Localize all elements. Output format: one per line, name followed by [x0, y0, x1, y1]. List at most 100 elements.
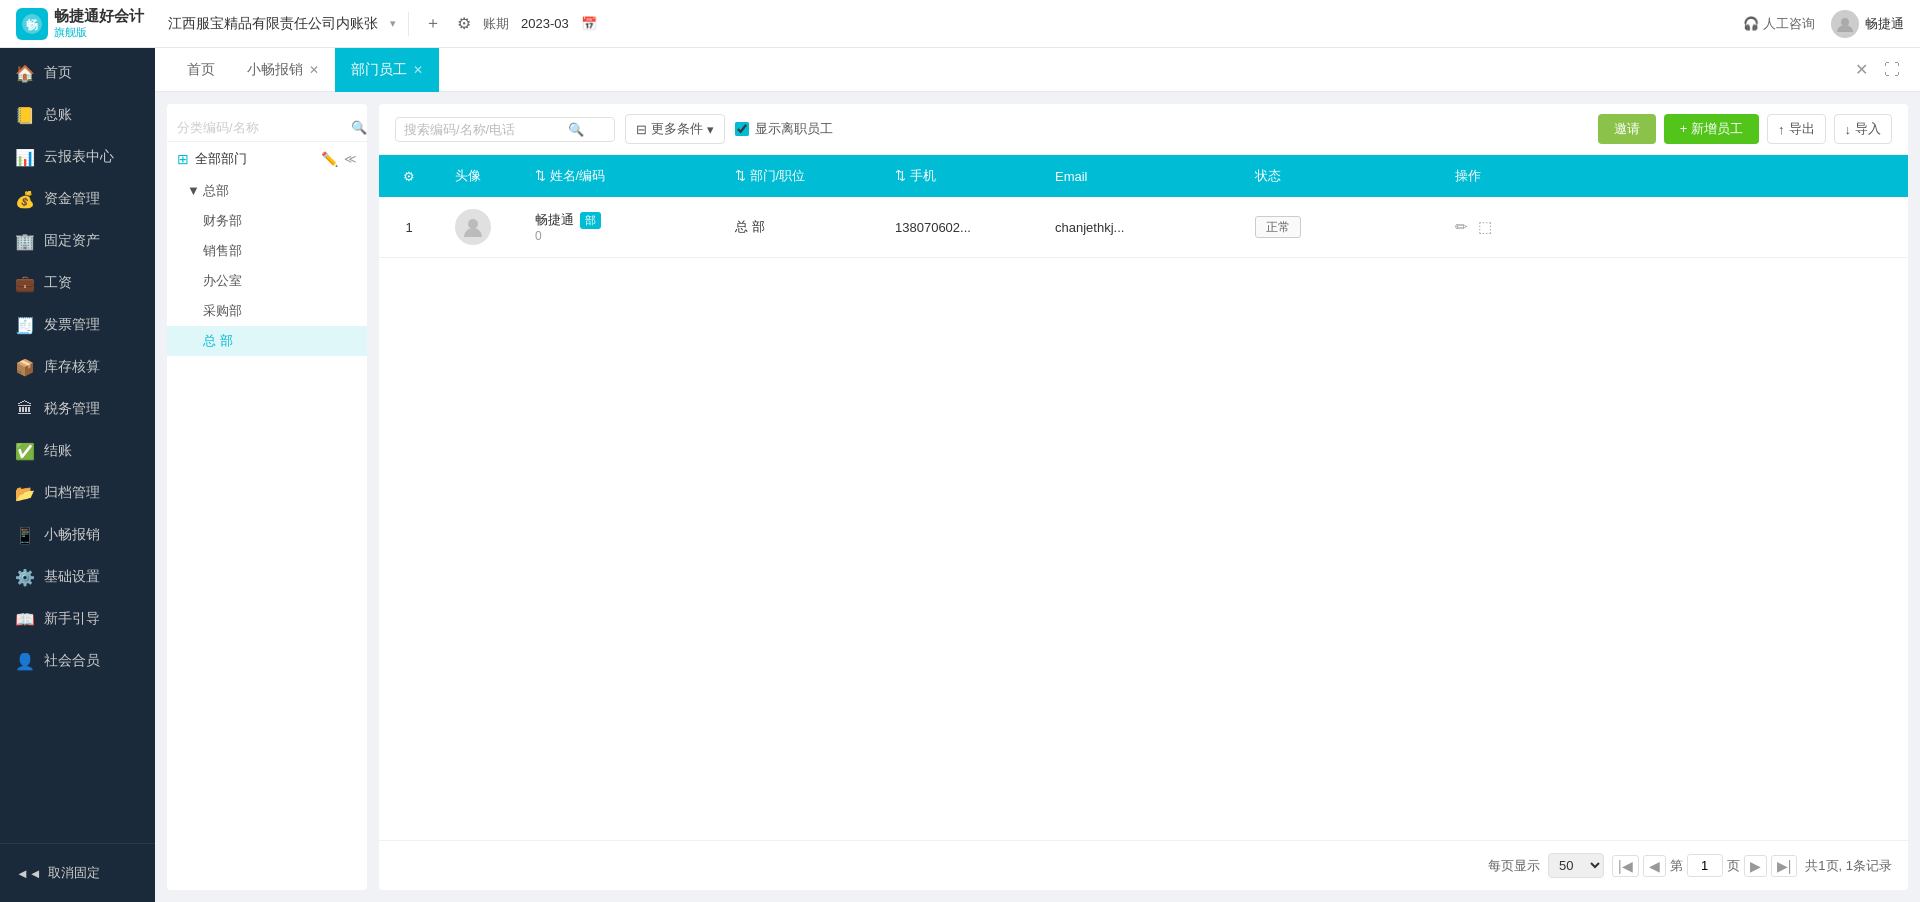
- employee-table: ⚙ 头像 ⇅ 姓名/编码 ⇅ 部门/职位 ⇅ 手机 Email 状态 操作: [379, 155, 1908, 258]
- user-name: 畅捷通: [1865, 15, 1904, 33]
- support-button[interactable]: 🎧 人工咨询: [1743, 15, 1815, 33]
- export-button[interactable]: ↑ 导出: [1767, 114, 1826, 144]
- employee-search-box: 🔍: [395, 117, 615, 142]
- tab-department-close[interactable]: ✕: [413, 63, 423, 77]
- settings-icon[interactable]: ⚙: [457, 14, 471, 33]
- sidebar-item-general-ledger[interactable]: 📒 总账: [0, 94, 155, 136]
- all-dept-header[interactable]: ⊞ 全部部门 ✏️ ≪: [167, 142, 367, 176]
- add-tab-button[interactable]: ＋: [421, 12, 445, 36]
- gear-icon: ⚙️: [16, 568, 34, 586]
- tab-department[interactable]: 部门员工 ✕: [335, 48, 439, 92]
- last-page-button[interactable]: ▶|: [1771, 855, 1798, 877]
- sidebar-item-settlement[interactable]: ✅ 结账: [0, 430, 155, 472]
- sidebar-item-expense[interactable]: 📱 小畅报销: [0, 514, 155, 556]
- delete-employee-icon[interactable]: ⬚: [1478, 218, 1492, 236]
- toolbar-right: 邀请 + 新增员工 ↑ 导出 ↓ 导入: [1598, 114, 1892, 144]
- row-actions-cell: ✏ ⬚: [1439, 197, 1908, 258]
- sidebar-item-fixed-assets[interactable]: 🏢 固定资产: [0, 220, 155, 262]
- sidebar-item-basic-settings[interactable]: ⚙️ 基础设置: [0, 556, 155, 598]
- sidebar-item-home[interactable]: 🏠 首页: [0, 52, 155, 94]
- content-inner: 🔍 ⊞ 全部部门 ✏️ ≪ ▼ 总部 财务部 销售部 办公室: [155, 92, 1920, 902]
- guide-icon: 📖: [16, 610, 34, 628]
- col-dept[interactable]: ⇅ 部门/职位: [719, 155, 879, 197]
- sidebar-item-tax[interactable]: 🏛 税务管理: [0, 388, 155, 430]
- show-resigned-checkbox-label[interactable]: 显示离职员工: [735, 120, 833, 138]
- page-size-label: 每页显示: [1488, 857, 1540, 875]
- col-name[interactable]: ⇅ 姓名/编码: [519, 155, 719, 197]
- logo-text: 畅捷通好会计: [54, 7, 144, 25]
- sidebar-item-inventory[interactable]: 📦 库存核算: [0, 346, 155, 388]
- tab-home-label: 首页: [187, 61, 215, 79]
- company-dropdown-icon[interactable]: ▾: [390, 17, 396, 30]
- invoice-icon: 🧾: [16, 316, 34, 334]
- search-icon[interactable]: 🔍: [351, 120, 367, 135]
- tab-department-label: 部门员工: [351, 61, 407, 79]
- employee-search-input[interactable]: [404, 122, 564, 137]
- search-icon[interactable]: 🔍: [568, 122, 584, 137]
- page-number-input[interactable]: [1687, 854, 1723, 877]
- dept-sub-procurement[interactable]: 采购部: [167, 296, 367, 326]
- filter-button[interactable]: ⊟ 更多条件 ▾: [625, 114, 725, 144]
- headset-icon: 🎧: [1743, 16, 1759, 31]
- sidebar-item-salary[interactable]: 💼 工资: [0, 262, 155, 304]
- edit-employee-icon[interactable]: ✏: [1455, 218, 1468, 236]
- sidebar-item-label: 总账: [44, 106, 72, 124]
- user-area[interactable]: 畅捷通: [1831, 10, 1904, 38]
- sidebar-item-reports[interactable]: 📊 云报表中心: [0, 136, 155, 178]
- tab-expense-close[interactable]: ✕: [309, 63, 319, 77]
- sidebar-item-label: 归档管理: [44, 484, 100, 502]
- emp-code: 0: [535, 229, 703, 243]
- dept-sub-office[interactable]: 办公室: [167, 266, 367, 296]
- show-resigned-checkbox[interactable]: [735, 122, 749, 136]
- close-all-tabs-button[interactable]: ✕: [1851, 56, 1872, 83]
- dept-sub-sales[interactable]: 销售部: [167, 236, 367, 266]
- invite-button[interactable]: 邀请: [1598, 114, 1656, 144]
- prev-page-button[interactable]: ◀: [1643, 855, 1666, 877]
- col-avatar: 头像: [439, 155, 519, 197]
- sidebar-item-label: 工资: [44, 274, 72, 292]
- sidebar-item-social[interactable]: 👤 社会合员: [0, 640, 155, 682]
- divider: [408, 12, 409, 36]
- table-row: 1 畅捷通 部: [379, 197, 1908, 258]
- col-actions: 操作: [1439, 155, 1908, 197]
- col-settings[interactable]: ⚙: [379, 155, 439, 197]
- dept-sub-finance[interactable]: 财务部: [167, 206, 367, 236]
- dept-search-input[interactable]: [177, 120, 345, 135]
- sidebar-item-label: 小畅报销: [44, 526, 100, 544]
- svg-text:畅: 畅: [26, 18, 38, 32]
- collapse-icon[interactable]: ≪: [344, 152, 357, 166]
- first-page-button[interactable]: |◀: [1612, 855, 1639, 877]
- cancel-fixed-button[interactable]: ◄◄ 取消固定: [0, 854, 155, 892]
- employee-panel: 🔍 ⊟ 更多条件 ▾ 显示离职员工 邀请 +: [379, 104, 1908, 890]
- calendar-icon[interactable]: 📅: [581, 16, 597, 31]
- dept-node-root[interactable]: ▼ 总部: [167, 176, 367, 206]
- col-phone[interactable]: ⇅ 手机: [879, 155, 1039, 197]
- top-right: 🎧 人工咨询 畅捷通: [1743, 10, 1904, 38]
- archive-icon: 📂: [16, 484, 34, 502]
- row-status-cell: 正常: [1239, 197, 1439, 258]
- col-email: Email: [1039, 155, 1239, 197]
- tab-right-actions: ✕ ⛶: [1851, 56, 1904, 83]
- sidebar-item-archive[interactable]: 📂 归档管理: [0, 472, 155, 514]
- add-employee-button[interactable]: + 新增员工: [1664, 114, 1759, 144]
- logo-icon: 畅: [16, 8, 48, 40]
- employee-avatar: [455, 209, 491, 245]
- dept-sub-general[interactable]: 总 部: [167, 326, 367, 356]
- next-page-button[interactable]: ▶: [1744, 855, 1767, 877]
- expand-tab-button[interactable]: ⛶: [1880, 57, 1904, 83]
- sidebar-item-invoice[interactable]: 🧾 发票管理: [0, 304, 155, 346]
- row-dept-cell: 总 部: [719, 197, 879, 258]
- tab-home[interactable]: 首页: [171, 48, 231, 92]
- edit-dept-icon[interactable]: ✏️: [321, 151, 338, 167]
- tab-expense[interactable]: 小畅报销 ✕: [231, 48, 335, 92]
- page-nav: |◀ ◀ 第 页 ▶ ▶|: [1612, 854, 1797, 877]
- settlement-icon: ✅: [16, 442, 34, 460]
- status-badge: 正常: [1255, 216, 1301, 238]
- page-size-select[interactable]: 50 100 200: [1548, 853, 1604, 878]
- import-icon: ↓: [1845, 122, 1852, 137]
- department-panel: 🔍 ⊞ 全部部门 ✏️ ≪ ▼ 总部 财务部 销售部 办公室: [167, 104, 367, 890]
- sidebar-item-guide[interactable]: 📖 新手引导: [0, 598, 155, 640]
- sidebar-item-funds[interactable]: 💰 资金管理: [0, 178, 155, 220]
- import-button[interactable]: ↓ 导入: [1834, 114, 1893, 144]
- row-avatar-cell: [439, 197, 519, 258]
